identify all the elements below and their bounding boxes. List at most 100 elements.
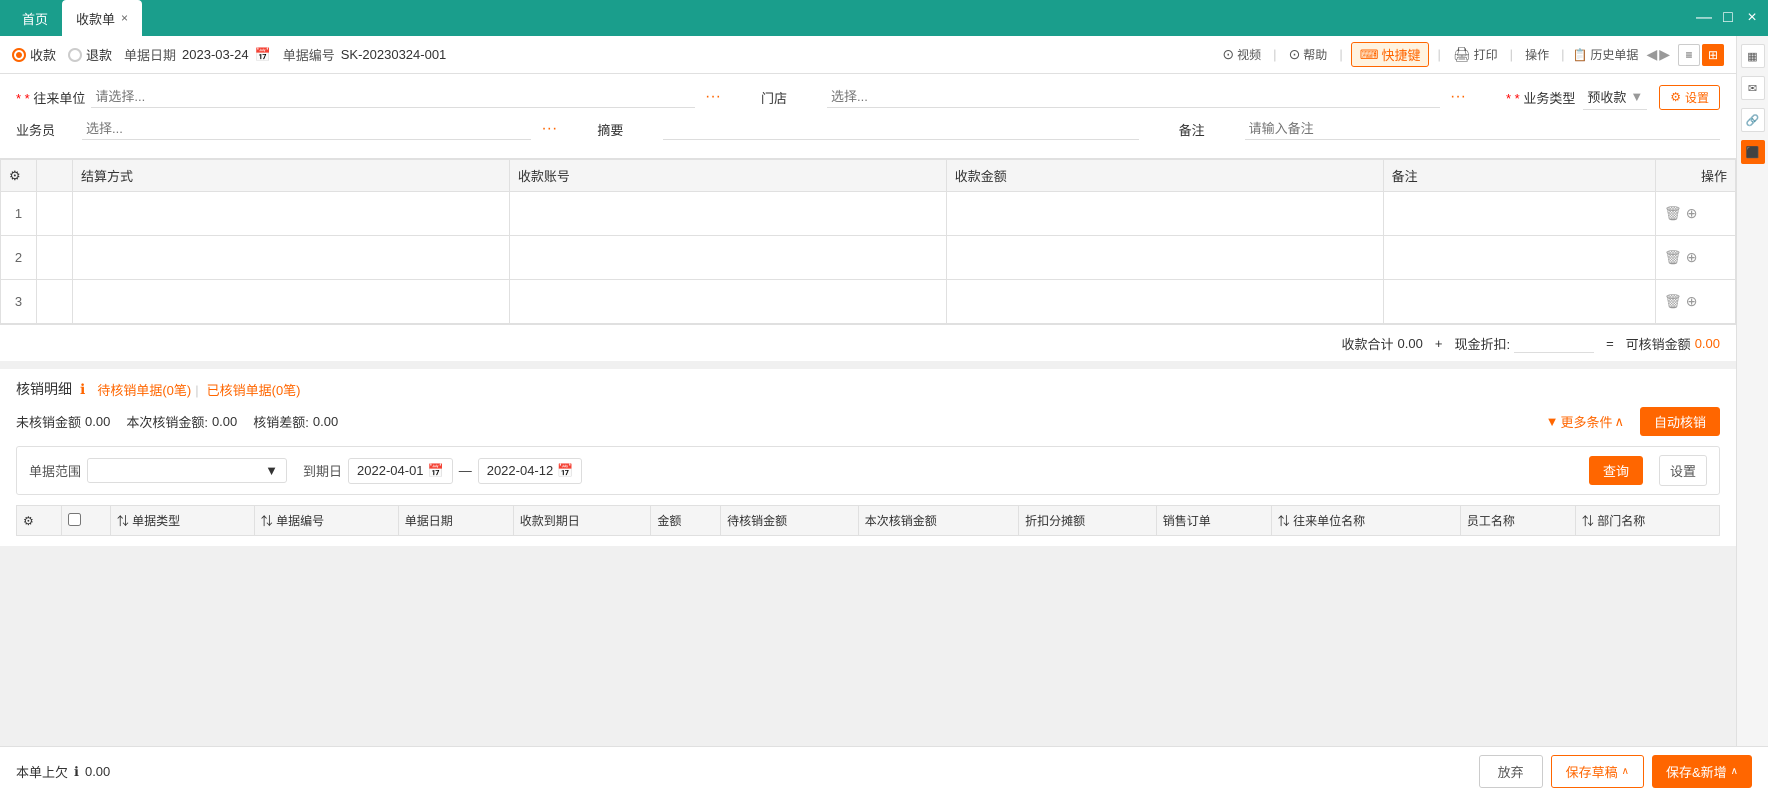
date-label: 单据日期	[124, 45, 176, 64]
view-grid[interactable]: ⊞	[1702, 44, 1724, 66]
staff-input[interactable]	[82, 118, 531, 140]
panel-btn-1[interactable]: ▦	[1741, 44, 1765, 68]
footer: 本单上欠 ℹ 0.00 放弃 保存草稿 ∧ 保存&新增 ∧	[0, 746, 1768, 796]
col-doc-type: ⇅ 单据类型	[110, 506, 254, 536]
save-new-button[interactable]: 保存&新增 ∧	[1652, 755, 1752, 788]
select-all-checkbox[interactable]	[68, 513, 81, 526]
col-counterpart: ⇅ 往来单位名称	[1271, 506, 1460, 536]
divider3: |	[1437, 47, 1440, 62]
row-3-account[interactable]	[509, 280, 946, 324]
main-content: 收款 退款 单据日期 2023-03-24 📅 单据编号 SK-20230324…	[0, 36, 1736, 596]
due-date-start[interactable]: 2022-04-01 📅	[348, 458, 453, 484]
done-tab[interactable]: 已核销单据(0笔)	[203, 380, 305, 399]
row-1-account[interactable]	[509, 192, 946, 236]
divider5: |	[1561, 47, 1564, 62]
row-1-actions: 🗑 ⊕	[1656, 192, 1736, 236]
tab-receipt[interactable]: 收款单 ×	[62, 0, 142, 36]
row-2-note[interactable]	[1383, 236, 1655, 280]
row-1-num: 1	[1, 192, 37, 236]
settings-button[interactable]: ⚙ 设置	[1659, 85, 1720, 110]
divider1: |	[1273, 47, 1276, 62]
footer-label: 本单上欠	[16, 762, 68, 781]
video-button[interactable]: ⊙ 视频	[1218, 44, 1265, 65]
panel-btn-3[interactable]: 🔗	[1741, 108, 1765, 132]
history-button[interactable]: 📋 历史单据	[1572, 46, 1638, 63]
query-button[interactable]: 查询	[1589, 456, 1643, 485]
due-date-end[interactable]: 2022-04-12 📅	[478, 458, 583, 484]
nav-right[interactable]: ▶	[1659, 46, 1670, 63]
business-type-select[interactable]: 预收款 ▼	[1583, 84, 1647, 110]
tab-receipt-close[interactable]: ×	[121, 11, 128, 25]
row-1-settlement[interactable]	[73, 192, 510, 236]
panel-btn-2[interactable]: ✉	[1741, 76, 1765, 100]
row-1-delete[interactable]: 🗑	[1664, 205, 1682, 222]
filter-row: 单据范围 ▼ 到期日 2022-04-01 📅 — 2022-04-12 📅 查	[16, 446, 1720, 495]
footer-info-icon: ℹ	[74, 764, 79, 780]
store-more[interactable]: ···	[1450, 89, 1466, 105]
settlement-label: 结算方式	[81, 169, 133, 184]
note-input[interactable]	[1245, 118, 1720, 140]
maximize-button[interactable]: □	[1720, 9, 1736, 27]
row-2-settlement[interactable]	[73, 236, 510, 280]
table-settings-header[interactable]: ⚙	[1, 160, 37, 192]
panel-btn-4[interactable]: ⬛	[1741, 140, 1765, 164]
row-3-note[interactable]	[1383, 280, 1655, 324]
counterpart-label: * 往来单位	[16, 88, 85, 107]
row-3-copy[interactable]: ⊕	[1686, 293, 1698, 310]
shortcut-icon: ⌨	[1360, 47, 1379, 63]
row-3-amount[interactable]	[946, 280, 1383, 324]
staff-field: 业务员 ···	[16, 118, 557, 140]
view-list[interactable]: ≡	[1678, 44, 1700, 66]
discard-button[interactable]: 放弃	[1479, 755, 1543, 788]
more-conditions-button[interactable]: ▼ 更多条件 ∧	[1546, 412, 1624, 431]
operation-button[interactable]: 操作	[1521, 44, 1553, 65]
window-close-button[interactable]: ×	[1744, 9, 1760, 27]
sort-icon-counterpart[interactable]: ⇅	[1278, 514, 1290, 528]
abstract-input[interactable]	[663, 118, 1138, 140]
total-label: 收款合计	[1342, 334, 1394, 353]
row-1-note[interactable]	[1383, 192, 1655, 236]
operation-label-header: 操作	[1701, 169, 1727, 184]
number-value[interactable]: SK-20230324-001	[341, 47, 447, 62]
col-settings[interactable]: ⚙	[17, 506, 62, 536]
filter-settings-button[interactable]: 设置	[1659, 455, 1707, 486]
history-icon: 📋	[1572, 48, 1587, 62]
print-button[interactable]: 🖨 打印	[1449, 44, 1502, 65]
sort-icon-num[interactable]: ⇅	[261, 514, 273, 528]
range-select[interactable]: ▼	[87, 458, 287, 483]
row-2-account[interactable]	[509, 236, 946, 280]
calendar-icon[interactable]: 📅	[255, 47, 271, 63]
radio-receipt[interactable]: 收款	[12, 45, 56, 64]
minimize-button[interactable]: —	[1696, 9, 1712, 27]
pending-tab[interactable]: 待核销单据(0笔)	[93, 380, 202, 399]
row-2-delete[interactable]: 🗑	[1664, 249, 1682, 266]
col-dept: ⇅ 部门名称	[1575, 506, 1719, 536]
toolbar: 收款 退款 单据日期 2023-03-24 📅 单据编号 SK-20230324…	[0, 36, 1736, 74]
operation-label: 操作	[1525, 46, 1549, 63]
radio-refund[interactable]: 退款	[68, 45, 112, 64]
date-value[interactable]: 2023-03-24	[182, 47, 249, 62]
amount-label: 收款金额	[955, 169, 1007, 184]
row-2-copy[interactable]: ⊕	[1686, 249, 1698, 266]
auto-writeoff-button[interactable]: 自动核销	[1640, 407, 1720, 436]
counterpart-more[interactable]: ···	[705, 89, 721, 105]
counterpart-input[interactable]	[91, 86, 695, 108]
info-icon[interactable]: ℹ	[80, 381, 85, 398]
row-1-copy[interactable]: ⊕	[1686, 205, 1698, 222]
save-draft-button[interactable]: 保存草稿 ∧	[1551, 755, 1644, 788]
nav-left[interactable]: ◀	[1646, 46, 1657, 63]
shortcut-button[interactable]: ⌨ 快捷键	[1351, 42, 1430, 67]
history-label: 历史单据	[1590, 46, 1638, 63]
row-2-amount[interactable]	[946, 236, 1383, 280]
row-3-delete[interactable]: 🗑	[1664, 293, 1682, 310]
store-input[interactable]	[827, 86, 1440, 108]
staff-more[interactable]: ···	[541, 121, 557, 137]
col-checkbox[interactable]	[61, 506, 110, 536]
row-3-settlement[interactable]	[73, 280, 510, 324]
sort-icon-dept[interactable]: ⇅	[1582, 514, 1594, 528]
row-1-amount[interactable]	[946, 192, 1383, 236]
sort-icon-type[interactable]: ⇅	[117, 514, 129, 528]
tab-home[interactable]: 首页	[8, 0, 62, 36]
discount-input[interactable]	[1514, 333, 1594, 353]
help-button[interactable]: ⊙ 帮助	[1285, 44, 1332, 65]
